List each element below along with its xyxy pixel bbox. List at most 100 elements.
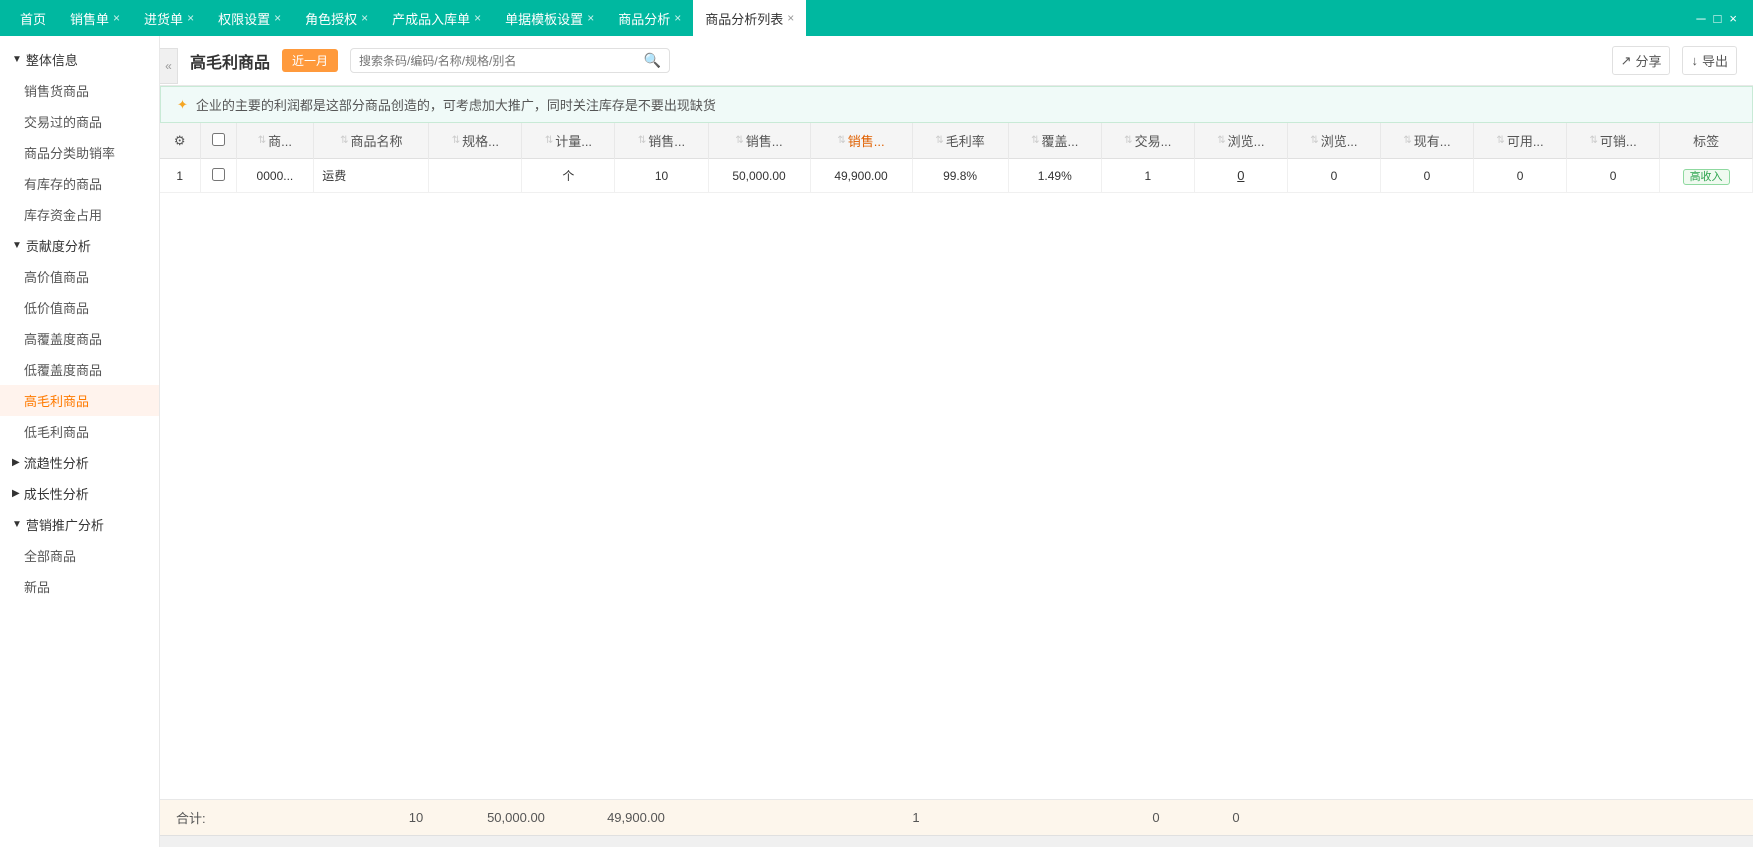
cell-saleable: 0 — [1567, 159, 1660, 193]
export-button[interactable]: ↓ 导出 — [1682, 46, 1737, 75]
chevron-down-icon-2: ▼ — [12, 240, 22, 251]
sidebar-item-low-margin[interactable]: 低毛利商品 — [0, 416, 159, 447]
nav-purchase-label: 进货单 — [144, 9, 183, 28]
nav-template-settings-close[interactable]: × — [587, 11, 594, 25]
nav-product-analysis[interactable]: 商品分析 × — [606, 0, 693, 36]
settings-icon[interactable]: ⚙ — [174, 133, 186, 149]
collapse-sidebar-button[interactable]: « — [160, 48, 178, 84]
sidebar-group-growth[interactable]: ▶ 成长性分析 — [0, 478, 159, 509]
nav-purchase-close[interactable]: × — [187, 11, 194, 25]
cell-name: 运费 — [314, 159, 429, 193]
sidebar-item-high-coverage[interactable]: 高覆盖度商品 — [0, 323, 159, 354]
footer-sales-cost: 49,900.00 — [576, 810, 696, 825]
col-transaction[interactable]: ⇅ 交易... — [1101, 123, 1194, 159]
cell-sales-cost: 49,900.00 — [810, 159, 912, 193]
sidebar-item-category-rate[interactable]: 商品分类助销率 — [0, 137, 159, 168]
col-saleable[interactable]: ⇅ 可销... — [1567, 123, 1660, 159]
nav-product-analysis-list[interactable]: 商品分析列表 × — [693, 0, 806, 36]
footer-available: 0 — [1196, 810, 1276, 825]
page-title: 高毛利商品 — [190, 49, 270, 73]
row-checkbox-0[interactable] — [212, 168, 225, 181]
footer-sales-amount: 50,000.00 — [456, 810, 576, 825]
nav-product-analysis-close[interactable]: × — [674, 11, 681, 25]
nav-product-inbound[interactable]: 产成品入库单 × — [380, 0, 493, 36]
nav-roles-close[interactable]: × — [361, 11, 368, 25]
sidebar-item-all-goods[interactable]: 全部商品 — [0, 540, 159, 571]
sort-icon-view2: ⇅ — [1310, 135, 1318, 146]
content-area: « 高毛利商品 近一月 🔍 ↗ 分享 ↓ 导出 ✦ 企业的主要的利润都是这部分商… — [160, 36, 1753, 847]
col-view2[interactable]: ⇅ 浏览... — [1287, 123, 1380, 159]
close-window-icon[interactable]: × — [1729, 11, 1737, 26]
cell-checkbox[interactable] — [200, 159, 236, 193]
sidebar-group-contribution[interactable]: ▼ 贡献度分析 — [0, 230, 159, 261]
sidebar-item-sales-goods[interactable]: 销售货商品 — [0, 75, 159, 106]
col-sales-amount[interactable]: ⇅ 销售... — [708, 123, 810, 159]
col-view1[interactable]: ⇅ 浏览... — [1194, 123, 1287, 159]
nav-purchase[interactable]: 进货单 × — [132, 0, 206, 36]
col-sales-cost[interactable]: ⇅ 销售... — [810, 123, 912, 159]
col-tag[interactable]: 标签 — [1660, 123, 1753, 159]
nav-product-analysis-list-close[interactable]: × — [787, 11, 794, 25]
nav-sales-close[interactable]: × — [113, 11, 120, 25]
sort-icon-spec: ⇅ — [452, 135, 460, 146]
sidebar-group-trend-label: 流趋性分析 — [24, 453, 89, 472]
chevron-down-icon: ▼ — [12, 54, 22, 65]
nav-home-label: 首页 — [20, 9, 46, 28]
col-coverage[interactable]: ⇅ 覆盖... — [1008, 123, 1101, 159]
table-row: 1 0000... 运费 个 10 50,000.00 49,900.00 99… — [160, 159, 1753, 193]
sidebar-group-marketing[interactable]: ▼ 营销推广分析 — [0, 509, 159, 540]
content-header: 高毛利商品 近一月 🔍 ↗ 分享 ↓ 导出 — [160, 36, 1753, 86]
search-icon[interactable]: 🔍 — [644, 52, 661, 69]
window-controls[interactable]: ─ □ × — [1688, 11, 1745, 26]
maximize-icon[interactable]: □ — [1714, 11, 1722, 26]
nav-product-inbound-close[interactable]: × — [474, 11, 481, 25]
cell-view1[interactable]: 0 — [1194, 159, 1287, 193]
col-unit[interactable]: ⇅ 计量... — [522, 123, 615, 159]
sidebar-item-low-coverage[interactable]: 低覆盖度商品 — [0, 354, 159, 385]
nav-template-settings[interactable]: 单据模板设置 × — [493, 0, 606, 36]
nav-permissions[interactable]: 权限设置 × — [206, 0, 293, 36]
col-name[interactable]: ⇅ 商品名称 — [314, 123, 429, 159]
col-code[interactable]: ⇅ 商... — [236, 123, 314, 159]
footer-values: 10 50,000.00 49,900.00 1 0 0 — [376, 810, 1737, 825]
col-spec[interactable]: ⇅ 规格... — [429, 123, 522, 159]
share-button[interactable]: ↗ 分享 — [1612, 46, 1671, 75]
sidebar-item-stock-capital[interactable]: 库存资金占用 — [0, 199, 159, 230]
select-all-checkbox[interactable] — [212, 133, 225, 146]
table-container: ⚙ ⇅ 商... — [160, 123, 1753, 799]
nav-home[interactable]: 首页 — [8, 0, 58, 36]
col-gross-margin[interactable]: ⇅ 毛利率 — [912, 123, 1008, 159]
search-box: 🔍 — [350, 48, 670, 73]
col-current-stock[interactable]: ⇅ 现有... — [1380, 123, 1473, 159]
horizontal-scrollbar[interactable] — [160, 835, 1753, 847]
sidebar-group-marketing-label: 营销推广分析 — [26, 515, 104, 534]
tip-icon: ✦ — [177, 97, 188, 113]
cell-gross-margin: 99.8% — [912, 159, 1008, 193]
sidebar-group-growth-label: 成长性分析 — [24, 484, 89, 503]
nav-sales[interactable]: 销售单 × — [58, 0, 132, 36]
col-sales-count[interactable]: ⇅ 销售... — [615, 123, 708, 159]
sort-icon-sales-cost: ⇅ — [837, 135, 845, 146]
top-navigation: 首页 销售单 × 进货单 × 权限设置 × 角色授权 × 产成品入库单 × 单据… — [0, 0, 1753, 36]
sidebar-item-in-stock[interactable]: 有库存的商品 — [0, 168, 159, 199]
footer-gross-margin — [696, 810, 796, 825]
search-input[interactable] — [359, 54, 644, 68]
chevron-down-icon-3: ▼ — [12, 519, 22, 530]
sidebar-item-new-goods[interactable]: 新品 — [0, 571, 159, 602]
sidebar-group-overall[interactable]: ▼ 整体信息 — [0, 44, 159, 75]
footer-total-bar: 合计: 10 50,000.00 49,900.00 1 0 0 — [160, 799, 1753, 835]
nav-permissions-close[interactable]: × — [274, 11, 281, 25]
minimize-icon[interactable]: ─ — [1696, 11, 1705, 26]
cell-spec — [429, 159, 522, 193]
nav-roles[interactable]: 角色授权 × — [293, 0, 380, 36]
col-available[interactable]: ⇅ 可用... — [1474, 123, 1567, 159]
filter-recent-month-button[interactable]: 近一月 — [282, 49, 338, 72]
sidebar-group-trend[interactable]: ▶ 流趋性分析 — [0, 447, 159, 478]
sidebar-item-low-value[interactable]: 低价值商品 — [0, 292, 159, 323]
sidebar-item-traded-goods[interactable]: 交易过的商品 — [0, 106, 159, 137]
sidebar-item-high-value[interactable]: 高价值商品 — [0, 261, 159, 292]
nav-product-inbound-label: 产成品入库单 — [392, 9, 470, 28]
chevron-right-icon-2: ▶ — [12, 488, 20, 499]
sidebar-item-high-margin[interactable]: 高毛利商品 — [0, 385, 159, 416]
nav-sales-label: 销售单 — [70, 9, 109, 28]
